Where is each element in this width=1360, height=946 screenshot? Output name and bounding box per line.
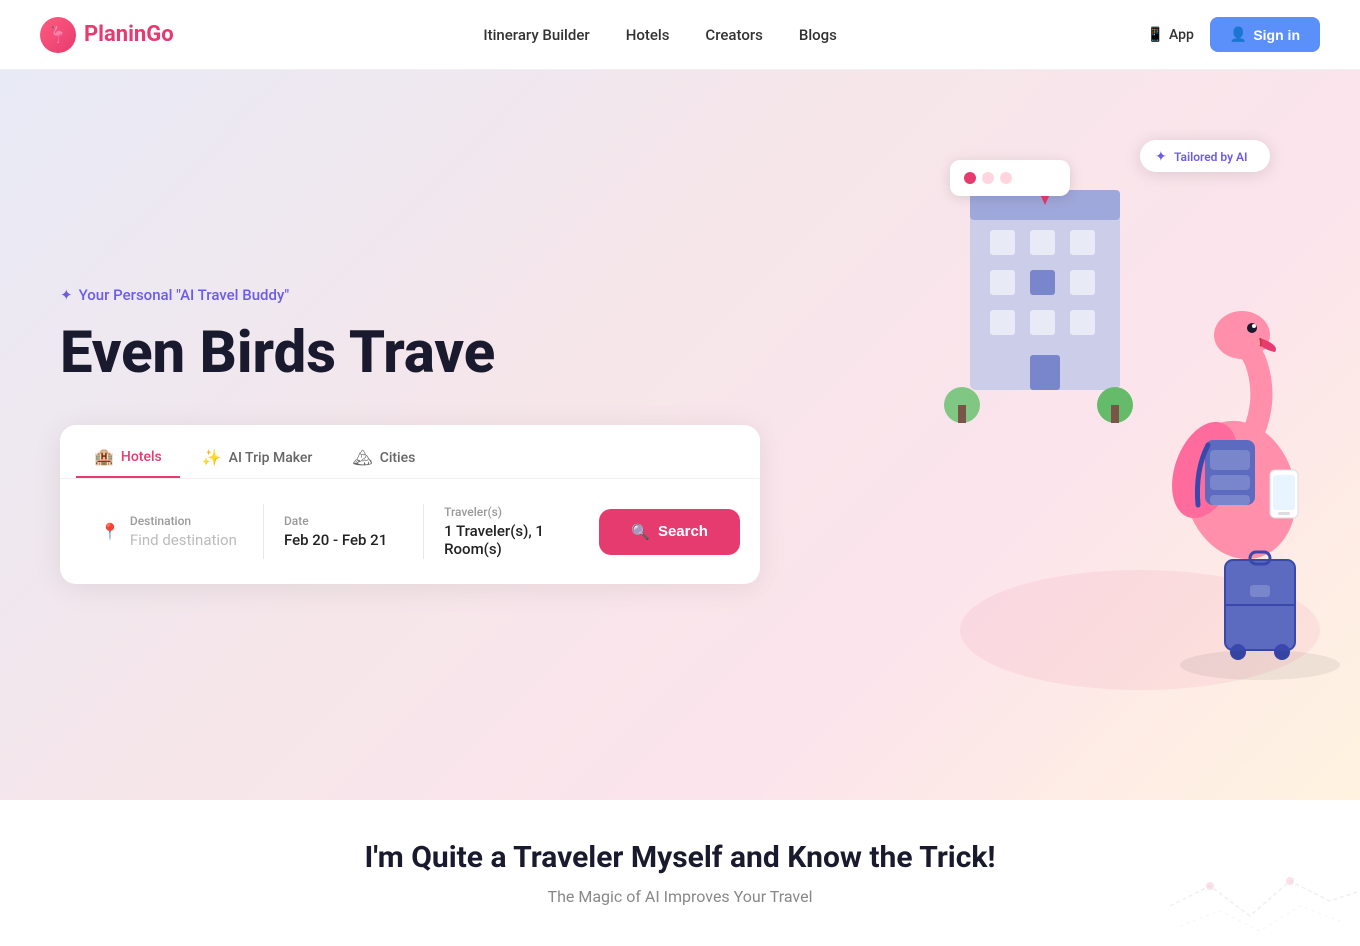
destination-placeholder: Find destination [130, 531, 237, 549]
search-body: 📍 Destination Find destination Date Feb … [60, 479, 760, 584]
svg-text:Tailored by AI: Tailored by AI [1174, 150, 1248, 164]
destination-label: Destination [130, 514, 237, 528]
tab-hotels[interactable]: 🏨 Hotels [76, 437, 180, 478]
date-field[interactable]: Date Feb 20 - Feb 21 [264, 504, 424, 559]
bottom-section: I'm Quite a Traveler Myself and Know the… [0, 800, 1360, 946]
map-decoration [1160, 866, 1360, 946]
hero-section: ✦ Your Personal "AI Travel Buddy" Even B… [0, 70, 1360, 800]
nav-links: Itinerary Builder Hotels Creators Blogs [483, 25, 837, 44]
app-button[interactable]: 📱 App [1147, 27, 1194, 43]
cities-tab-icon: 🏔 [352, 448, 372, 467]
hotel-tab-icon: 🏨 [94, 447, 114, 466]
travelers-value: 1 Traveler(s), 1 Room(s) [444, 522, 563, 558]
nav-right: 📱 App 👤 Sign in [1147, 17, 1320, 52]
nav-blogs[interactable]: Blogs [799, 26, 837, 44]
tab-ai-trip-maker[interactable]: ✨ AI Trip Maker [184, 437, 331, 478]
date-value: Feb 20 - Feb 21 [284, 531, 403, 549]
date-label: Date [284, 514, 403, 528]
logo[interactable]: 🦩 PlaninGo [40, 17, 174, 53]
logo-icon: 🦩 [40, 17, 76, 53]
logo-text: PlaninGo [84, 22, 174, 47]
hero-content: ✦ Your Personal "AI Travel Buddy" Even B… [60, 286, 760, 585]
bottom-title: I'm Quite a Traveler Myself and Know the… [364, 840, 995, 875]
nav-creators[interactable]: Creators [705, 26, 762, 44]
nav-hotels[interactable]: Hotels [626, 26, 670, 44]
user-icon: 👤 [1230, 26, 1247, 43]
hero-title: Even Birds Trave [60, 322, 760, 386]
svg-text:✦: ✦ [1155, 149, 1167, 165]
travelers-field[interactable]: Traveler(s) 1 Traveler(s), 1 Room(s) [424, 495, 583, 568]
signin-button[interactable]: 👤 Sign in [1210, 17, 1320, 52]
ai-tab-icon: ✨ [202, 448, 222, 467]
destination-field[interactable]: 📍 Destination Find destination [80, 504, 264, 559]
location-icon: 📍 [100, 522, 120, 541]
bottom-subtitle: The Magic of AI Improves Your Travel [548, 887, 813, 906]
tab-cities[interactable]: 🏔 Cities [334, 437, 433, 478]
travelers-label: Traveler(s) [444, 505, 563, 519]
navbar: 🦩 PlaninGo Itinerary Builder Hotels Crea… [0, 0, 1360, 70]
phone-icon: 📱 [1147, 27, 1164, 43]
sparkle-icon: ✦ [60, 286, 73, 304]
search-icon: 🔍 [631, 523, 650, 541]
search-button[interactable]: 🔍 Search [599, 509, 740, 555]
nav-itinerary-builder[interactable]: Itinerary Builder [483, 26, 589, 44]
hero-tagline: ✦ Your Personal "AI Travel Buddy" [60, 286, 760, 304]
hero-illustration: ✦ Tailored by AI [940, 130, 1360, 710]
search-tabs: 🏨 Hotels ✨ AI Trip Maker 🏔 Cities [60, 425, 760, 479]
search-card: 🏨 Hotels ✨ AI Trip Maker 🏔 Cities 📍 [60, 425, 760, 584]
